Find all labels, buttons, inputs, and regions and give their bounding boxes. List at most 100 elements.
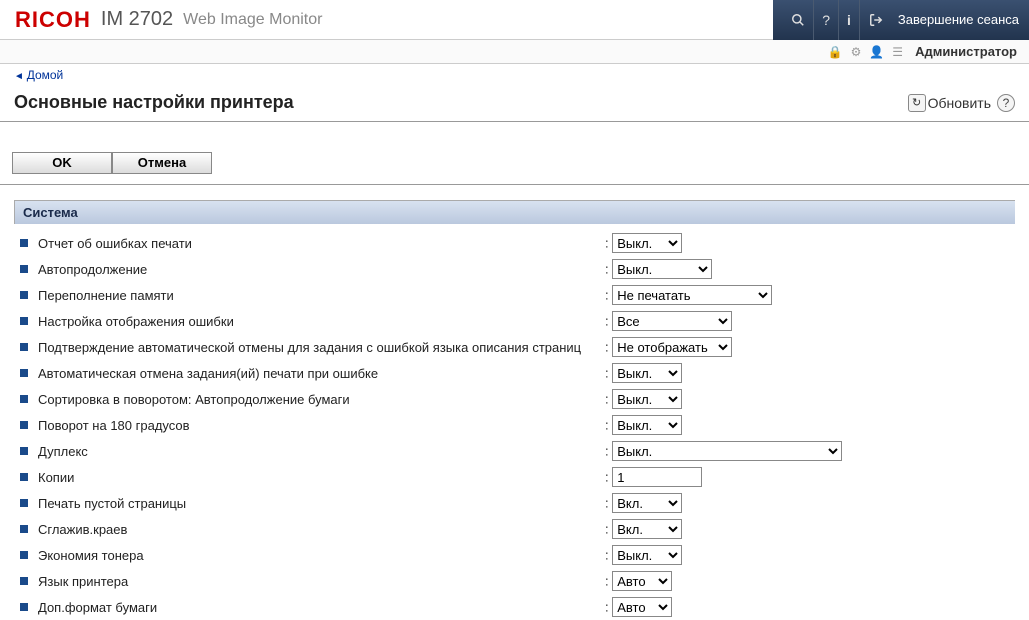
bullet-icon — [20, 603, 28, 611]
setting-select[interactable]: Выкл. — [612, 415, 682, 435]
bullet-icon — [20, 499, 28, 507]
model-text: IM 2702 — [101, 8, 173, 31]
setting-row: Автоматическая отмена задания(ий) печати… — [14, 360, 1015, 386]
top-header: RICOH IM 2702 Web Image Monitor ? i Заве… — [0, 0, 1029, 40]
setting-label: Автоматическая отмена задания(ий) печати… — [38, 366, 378, 381]
setting-label: Сглажив.краев — [38, 522, 127, 537]
setting-select[interactable]: Авто — [612, 571, 672, 591]
network-icon[interactable]: ⚙ — [847, 45, 866, 59]
ok-button[interactable]: OK — [12, 152, 112, 174]
bullet-icon — [20, 369, 28, 377]
setting-row: Дуплекс : Выкл. — [14, 438, 1015, 464]
setting-select[interactable]: Выкл. — [612, 363, 682, 383]
setting-row: Подтверждение автоматической отмены для … — [14, 334, 1015, 360]
setting-select[interactable]: Вкл. — [612, 519, 682, 539]
button-row: OKОтмена — [0, 122, 1029, 185]
setting-row: Переполнение памяти : Не печатать — [14, 282, 1015, 308]
setting-value-cell: : Вкл. — [597, 519, 1015, 539]
setting-select[interactable]: Выкл. — [612, 441, 842, 461]
setting-label: Доп.формат бумаги — [38, 600, 157, 615]
session-end-link[interactable]: Завершение сеанса — [892, 12, 1019, 27]
setting-row: Настройка отображения ошибки : Все — [14, 308, 1015, 334]
refresh-button[interactable]: ↻ Обновить — [908, 94, 991, 112]
setting-value-cell: : Выкл. — [597, 389, 1015, 409]
setting-label: Сортировка в поворотом: Автопродолжение … — [38, 392, 350, 407]
bullet-icon — [20, 473, 28, 481]
setting-value-cell: : Не отображать — [597, 337, 1015, 357]
list-icon[interactable]: ☰ — [888, 45, 907, 59]
setting-select[interactable]: Выкл. — [612, 233, 682, 253]
bullet-icon — [20, 421, 28, 429]
setting-select[interactable]: Выкл. — [612, 545, 682, 565]
bullet-icon — [20, 551, 28, 559]
setting-value-cell: : Авто — [597, 597, 1015, 617]
monitor-title: Web Image Monitor — [183, 11, 322, 29]
setting-value-cell: : Выкл. — [597, 259, 1015, 279]
setting-value-cell: : — [597, 467, 1015, 487]
setting-value-cell: : Вкл. — [597, 493, 1015, 513]
bullet-icon — [20, 447, 28, 455]
bullet-icon — [20, 239, 28, 247]
bullet-icon — [20, 265, 28, 273]
info-icon[interactable]: i — [839, 0, 860, 40]
setting-label: Отчет об ошибках печати — [38, 236, 192, 251]
setting-label: Переполнение памяти — [38, 288, 174, 303]
settings-list: Отчет об ошибках печати: Выкл.Автопродол… — [0, 224, 1029, 620]
bullet-icon — [20, 395, 28, 403]
setting-row: Сглажив.краев : Вкл. — [14, 516, 1015, 542]
setting-label: Подтверждение автоматической отмены для … — [38, 340, 581, 355]
setting-row: Копии: — [14, 464, 1015, 490]
setting-select[interactable]: Не печатать — [612, 285, 772, 305]
setting-label: Экономия тонера — [38, 548, 144, 563]
title-actions: ↻ Обновить ? — [908, 94, 1015, 112]
setting-select[interactable]: Выкл. — [612, 259, 712, 279]
bullet-icon — [20, 577, 28, 585]
setting-row: Язык принтера : Авто — [14, 568, 1015, 594]
setting-row: Доп.формат бумаги : Авто — [14, 594, 1015, 620]
setting-select[interactable]: Все — [612, 311, 732, 331]
setting-label: Копии — [38, 470, 74, 485]
setting-value-cell: : Не печатать — [597, 285, 1015, 305]
user-icon[interactable]: 👤 — [865, 45, 888, 59]
setting-select[interactable]: Вкл. — [612, 493, 682, 513]
setting-label: Язык принтера — [38, 574, 128, 589]
refresh-label: Обновить — [928, 95, 991, 111]
setting-value-cell: : Выкл. — [597, 233, 1015, 253]
setting-label: Поворот на 180 градусов — [38, 418, 190, 433]
setting-input[interactable] — [612, 467, 702, 487]
setting-value-cell: : Выкл. — [597, 441, 1015, 461]
setting-label: Дуплекс — [38, 444, 88, 459]
cancel-button[interactable]: Отмена — [112, 152, 212, 174]
logo-section: RICOH IM 2702 Web Image Monitor — [0, 7, 322, 33]
home-link[interactable]: Домой — [14, 68, 63, 82]
title-row: Основные настройки принтера ↻ Обновить ? — [0, 86, 1029, 122]
setting-label: Печать пустой страницы — [38, 496, 186, 511]
bullet-icon — [20, 317, 28, 325]
setting-label: Настройка отображения ошибки — [38, 314, 234, 329]
logout-icon[interactable] — [860, 0, 892, 40]
lock-icon[interactable]: 🔒 — [824, 45, 847, 59]
setting-select[interactable]: Не отображать — [612, 337, 732, 357]
setting-value-cell: : Выкл. — [597, 363, 1015, 383]
page-help-icon[interactable]: ? — [997, 94, 1015, 112]
setting-row: Печать пустой страницы : Вкл. — [14, 490, 1015, 516]
dark-toolbar: ? i Завершение сеанса — [773, 0, 1029, 40]
search-icon[interactable] — [783, 0, 814, 40]
setting-value-cell: : Выкл. — [597, 545, 1015, 565]
setting-row: Экономия тонера : Выкл. — [14, 542, 1015, 568]
bullet-icon — [20, 291, 28, 299]
admin-label: Администратор — [907, 44, 1017, 59]
bullet-icon — [20, 525, 28, 533]
setting-row: Сортировка в поворотом: Автопродолжение … — [14, 386, 1015, 412]
refresh-icon: ↻ — [908, 94, 926, 112]
setting-row: Автопродолжение: Выкл. — [14, 256, 1015, 282]
setting-value-cell: : Авто — [597, 571, 1015, 591]
setting-select[interactable]: Выкл. — [612, 389, 682, 409]
setting-select[interactable]: Авто — [612, 597, 672, 617]
setting-value-cell: : Все — [597, 311, 1015, 331]
help-icon[interactable]: ? — [814, 0, 839, 40]
page-title: Основные настройки принтера — [14, 92, 294, 113]
brand-logo: RICOH — [15, 7, 91, 33]
setting-row: Отчет об ошибках печати : Выкл. — [14, 230, 1015, 256]
setting-row: Поворот на 180 градусов: Выкл. — [14, 412, 1015, 438]
